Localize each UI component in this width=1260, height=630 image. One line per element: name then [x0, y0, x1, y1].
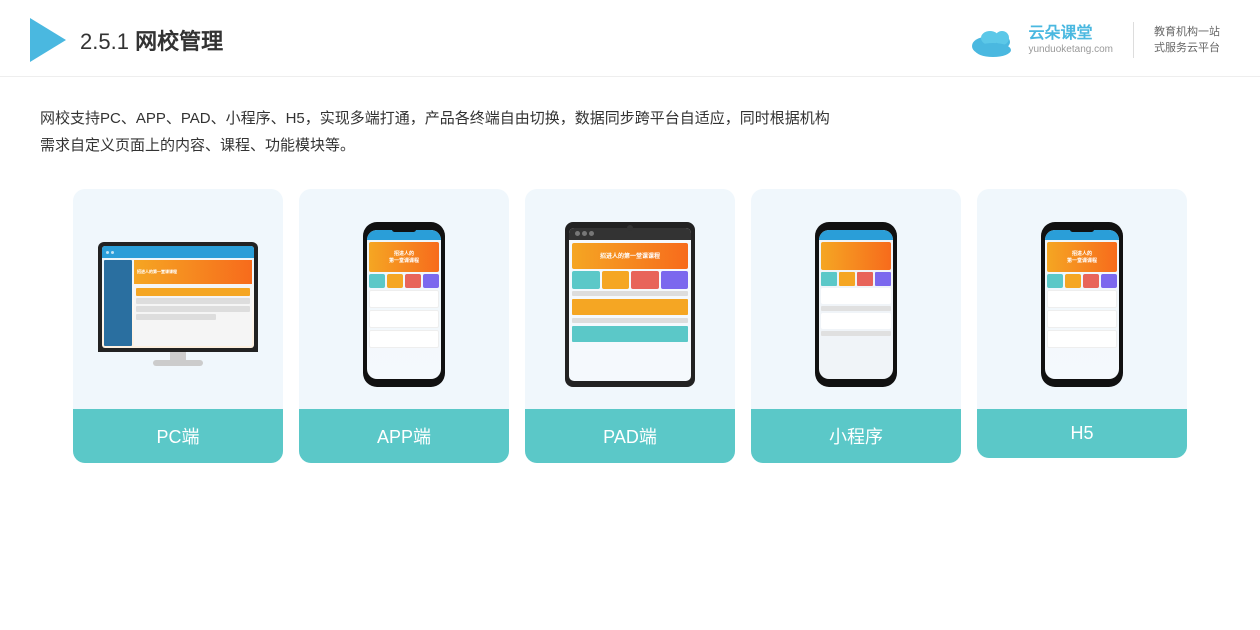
brand-divider — [1133, 22, 1134, 58]
pc-device-mockup: 招进人的第一堂课课程 — [98, 242, 258, 366]
tablet-camera — [627, 225, 633, 231]
card-pad-label: PAD端 — [525, 409, 735, 463]
card-h5: 招进人的第一堂课课程 — [977, 189, 1187, 458]
pc-screen: 招进人的第一堂课课程 — [102, 246, 254, 348]
phone-notch — [392, 227, 416, 232]
h5-phone-screen: 招进人的第一堂课课程 — [1045, 230, 1119, 379]
card-pad-image: 招进人的第一堂课课程 — [525, 189, 735, 409]
card-miniprogram: 小程序 — [751, 189, 961, 463]
pad-screen: 招进人的第一堂课课程 — [569, 228, 691, 381]
brand-logo — [968, 20, 1018, 60]
page: 2.5.1 网校管理 云朵课堂 yunduoketang.com — [0, 0, 1260, 630]
description-line2: 需求自定义页面上的内容、课程、功能模块等。 — [40, 132, 1220, 159]
header-left: 2.5.1 网校管理 — [30, 18, 223, 62]
card-app-image: 招进人的第一堂课课程 — [299, 189, 509, 409]
brand-name: 云朵课堂 — [1028, 24, 1092, 43]
card-app: 招进人的第一堂课课程 — [299, 189, 509, 463]
mini-phone-screen — [819, 230, 893, 379]
card-app-label: APP端 — [299, 409, 509, 463]
pad-tablet-mockup: 招进人的第一堂课课程 — [565, 222, 695, 387]
app-phone-mockup: 招进人的第一堂课课程 — [363, 222, 445, 387]
description-line1: 网校支持PC、APP、PAD、小程序、H5，实现多端打通，产品各终端自由切换，数… — [40, 105, 1220, 132]
brand-slogan: 教育机构一站 式服务云平台 — [1154, 24, 1220, 57]
pc-stand-base — [153, 360, 203, 366]
card-h5-image: 招进人的第一堂课课程 — [977, 189, 1187, 409]
card-pc: 招进人的第一堂课课程 — [73, 189, 283, 463]
cloud-icon — [968, 20, 1018, 60]
pc-monitor: 招进人的第一堂课课程 — [98, 242, 258, 352]
card-mini-image — [751, 189, 961, 409]
h5-phone-notch — [1070, 227, 1094, 232]
card-pc-image: 招进人的第一堂课课程 — [73, 189, 283, 409]
logo-triangle-icon — [30, 18, 66, 62]
section-number: 2.5.1 — [80, 29, 129, 54]
brand-name-block: 云朵课堂 yunduoketang.com — [1028, 24, 1113, 55]
h5-phone-mockup: 招进人的第一堂课课程 — [1041, 222, 1123, 387]
pc-stand-neck — [170, 352, 186, 360]
brand-url: yunduoketang.com — [1028, 44, 1113, 56]
section-name: 网校管理 — [135, 29, 223, 54]
app-phone-screen: 招进人的第一堂课课程 — [367, 230, 441, 379]
header: 2.5.1 网校管理 云朵课堂 yunduoketang.com — [0, 0, 1260, 77]
page-title: 2.5.1 网校管理 — [80, 24, 223, 56]
description: 网校支持PC、APP、PAD、小程序、H5，实现多端打通，产品各终端自由切换，数… — [0, 77, 1260, 169]
card-mini-label: 小程序 — [751, 409, 961, 463]
cards-area: 招进人的第一堂课课程 — [0, 169, 1260, 483]
card-h5-label: H5 — [977, 409, 1187, 458]
card-pc-label: PC端 — [73, 409, 283, 463]
card-pad: 招进人的第一堂课课程 — [525, 189, 735, 463]
header-right: 云朵课堂 yunduoketang.com 教育机构一站 式服务云平台 — [968, 20, 1220, 60]
mini-phone-mockup — [815, 222, 897, 387]
